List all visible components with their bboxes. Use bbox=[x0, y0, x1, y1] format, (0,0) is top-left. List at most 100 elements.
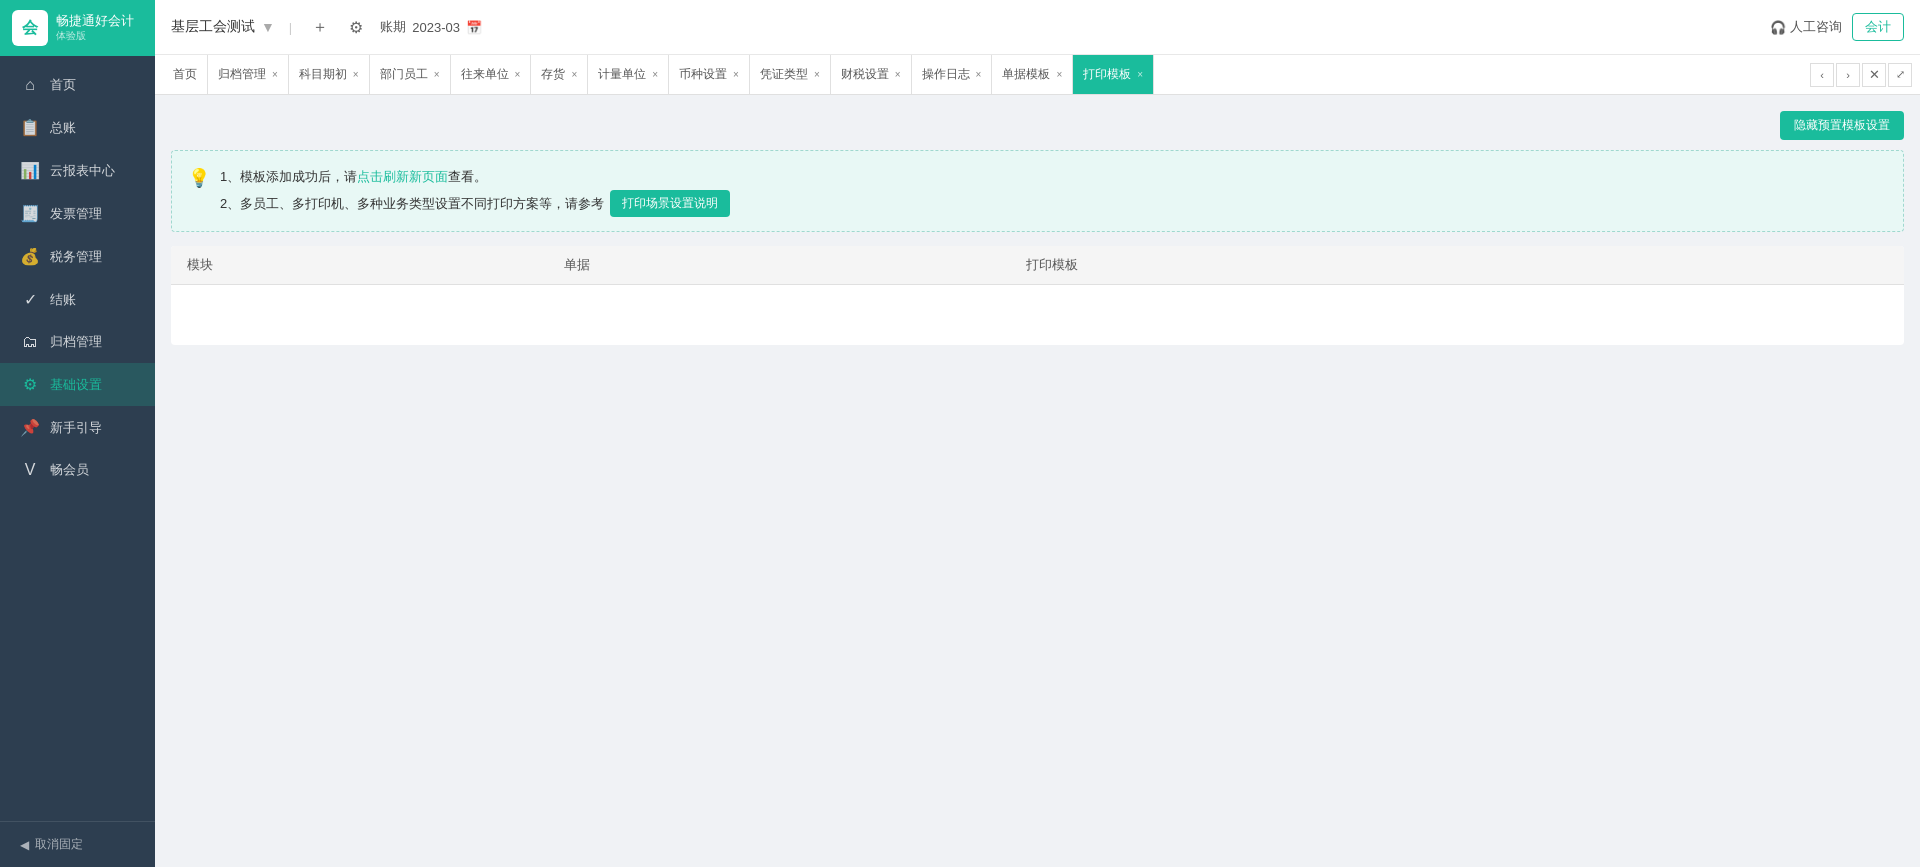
tab-label-archive-mgmt: 归档管理 bbox=[218, 66, 266, 83]
org-selector[interactable]: 基层工会测试 ▼ bbox=[171, 18, 275, 36]
tab-home[interactable]: 首页 bbox=[163, 55, 208, 95]
info-panel: 💡 1、模板添加成功后，请点击刷新新页面查看。 2、多员工、多打印机、多种业务类… bbox=[171, 150, 1904, 232]
period-label: 账期 bbox=[380, 18, 406, 36]
tab-label-tax-settings: 财税设置 bbox=[841, 66, 889, 83]
tab-archive-mgmt[interactable]: 归档管理 × bbox=[208, 55, 289, 95]
hide-preview-button[interactable]: 隐藏预置模板设置 bbox=[1780, 111, 1904, 140]
tab-close-dept-employee[interactable]: × bbox=[434, 69, 440, 80]
table-header: 模块 单据 打印模板 bbox=[171, 246, 1904, 285]
app-logo: 会 畅捷通好会计 体验版 bbox=[0, 0, 155, 56]
info-line2: 2、多员工、多打印机、多种业务类型设置不同打印方案等，请参考 打印场景设置说明 bbox=[220, 190, 1887, 217]
tab-label-dept-employee: 部门员工 bbox=[380, 66, 428, 83]
nav-label-invoice: 发票管理 bbox=[50, 205, 102, 223]
refresh-link[interactable]: 点击刷新新页面 bbox=[357, 169, 448, 184]
tab-tax-settings[interactable]: 财税设置 × bbox=[831, 55, 912, 95]
sidebar-item-settlement[interactable]: ✓结账 bbox=[0, 278, 155, 321]
sidebar-item-settings[interactable]: ⚙ 基础设置 bbox=[0, 363, 155, 406]
close-all-tabs-button[interactable]: ✕ bbox=[1862, 63, 1886, 87]
org-name: 基层工会测试 bbox=[171, 18, 255, 36]
sidebar: 会 畅捷通好会计 体验版 ⌂ 首页 📋总账📊云报表中心 🧾 发票管理 💰税务管理✓结账🗂归… bbox=[0, 0, 155, 867]
headset-icon: 🎧 bbox=[1770, 20, 1786, 35]
topbar-actions: ＋ ⚙ bbox=[306, 13, 370, 41]
nav-label-home: 首页 bbox=[50, 76, 76, 94]
dropdown-icon: ▼ bbox=[261, 19, 275, 35]
main-area: 基层工会测试 ▼ | ＋ ⚙ 账期 2023-03 📅 🎧 人工咨询 会计 首页… bbox=[155, 0, 1920, 867]
tab-dept-employee[interactable]: 部门员工 × bbox=[370, 55, 451, 95]
info-line1: 1、模板添加成功后，请点击刷新新页面查看。 bbox=[220, 165, 1887, 188]
tab-close-single-template[interactable]: × bbox=[1056, 69, 1062, 80]
nav-label-ledger: 总账 bbox=[50, 119, 76, 137]
tab-label-inventory: 存货 bbox=[541, 66, 565, 83]
nav-label-member: 畅会员 bbox=[50, 461, 89, 479]
nav-icon-guide: 📌 bbox=[20, 418, 40, 437]
sidebar-item-tax[interactable]: 💰税务管理 bbox=[0, 235, 155, 278]
nav-label-settings: 基础设置 bbox=[50, 376, 102, 394]
explain-button[interactable]: 打印场景设置说明 bbox=[610, 190, 730, 217]
account-button[interactable]: 会计 bbox=[1852, 13, 1904, 41]
nav-icon-settings: ⚙ bbox=[20, 375, 40, 394]
nav-label-guide: 新手引导 bbox=[50, 419, 102, 437]
support-button[interactable]: 🎧 人工咨询 bbox=[1770, 18, 1842, 36]
tab-close-op-log[interactable]: × bbox=[976, 69, 982, 80]
col-template: 打印模板 bbox=[1010, 246, 1904, 284]
tab-prev-button[interactable]: ‹ bbox=[1810, 63, 1834, 87]
tab-op-log[interactable]: 操作日志 × bbox=[912, 55, 993, 95]
nav-icon-settlement: ✓ bbox=[20, 290, 40, 309]
tab-close-archive-mgmt[interactable]: × bbox=[272, 69, 278, 80]
nav-icon-member: V bbox=[20, 461, 40, 479]
tab-label-print-template: 打印模板 bbox=[1083, 66, 1131, 83]
sidebar-item-invoice[interactable]: 🧾 发票管理 bbox=[0, 192, 155, 235]
tab-close-subject-period[interactable]: × bbox=[353, 69, 359, 80]
tab-contacts[interactable]: 往来单位 × bbox=[451, 55, 532, 95]
tab-label-currency: 币种设置 bbox=[679, 66, 727, 83]
tab-label-contacts: 往来单位 bbox=[461, 66, 509, 83]
tab-print-template[interactable]: 打印模板 × bbox=[1073, 55, 1154, 95]
support-label: 人工咨询 bbox=[1790, 18, 1842, 36]
col-module: 模块 bbox=[171, 246, 548, 284]
period-value: 2023-03 bbox=[412, 20, 460, 35]
tab-close-contacts[interactable]: × bbox=[515, 69, 521, 80]
tab-close-unit[interactable]: × bbox=[652, 69, 658, 80]
nav-label-reports: 云报表中心 bbox=[50, 162, 115, 180]
tab-next-button[interactable]: › bbox=[1836, 63, 1860, 87]
tab-inventory[interactable]: 存货 × bbox=[531, 55, 588, 95]
tab-label-single-template: 单据模板 bbox=[1002, 66, 1050, 83]
unpin-button[interactable]: ◀ 取消固定 bbox=[0, 821, 155, 867]
tab-label-op-log: 操作日志 bbox=[922, 66, 970, 83]
lightbulb-icon: 💡 bbox=[188, 167, 210, 189]
tab-close-print-template[interactable]: × bbox=[1137, 69, 1143, 80]
sidebar-item-guide[interactable]: 📌 新手引导 bbox=[0, 406, 155, 449]
add-tab-button[interactable]: ＋ bbox=[306, 13, 334, 41]
tab-single-template[interactable]: 单据模板 × bbox=[992, 55, 1073, 95]
tab-navigation: ‹ › ✕ ⤢ bbox=[1810, 63, 1912, 87]
tab-close-currency[interactable]: × bbox=[733, 69, 739, 80]
tab-label-home: 首页 bbox=[173, 66, 197, 83]
sidebar-item-archive[interactable]: 🗂归档管理 bbox=[0, 321, 155, 363]
unpin-label: 取消固定 bbox=[35, 836, 83, 853]
sidebar-item-member[interactable]: V 畅会员 bbox=[0, 449, 155, 491]
sidebar-item-ledger[interactable]: 📋总账 bbox=[0, 106, 155, 149]
expand-button[interactable]: ⤢ bbox=[1888, 63, 1912, 87]
info-text: 1、模板添加成功后，请点击刷新新页面查看。 2、多员工、多打印机、多种业务类型设… bbox=[220, 165, 1887, 217]
hide-preview-section: 隐藏预置模板设置 bbox=[171, 111, 1904, 140]
tab-close-voucher-type[interactable]: × bbox=[814, 69, 820, 80]
tab-close-inventory[interactable]: × bbox=[571, 69, 577, 80]
left-arrow-icon: ◀ bbox=[20, 838, 29, 852]
tab-close-tax-settings[interactable]: × bbox=[895, 69, 901, 80]
tab-label-unit: 计量单位 bbox=[598, 66, 646, 83]
nav-icon-home: ⌂ bbox=[20, 76, 40, 94]
nav-icon-archive: 🗂 bbox=[20, 333, 40, 351]
tab-label-subject-period: 科目期初 bbox=[299, 66, 347, 83]
info-line1-prefix: 1、模板添加成功后，请 bbox=[220, 169, 357, 184]
tab-subject-period[interactable]: 科目期初 × bbox=[289, 55, 370, 95]
tab-currency[interactable]: 币种设置 × bbox=[669, 55, 750, 95]
sidebar-item-home[interactable]: ⌂ 首页 bbox=[0, 64, 155, 106]
tab-label-voucher-type: 凭证类型 bbox=[760, 66, 808, 83]
sidebar-item-reports[interactable]: 📊云报表中心 bbox=[0, 149, 155, 192]
nav-icon-invoice: 🧾 bbox=[20, 204, 40, 223]
settings-icon-button[interactable]: ⚙ bbox=[342, 13, 370, 41]
calendar-icon[interactable]: 📅 bbox=[466, 20, 482, 35]
sidebar-nav: ⌂ 首页 📋总账📊云报表中心 🧾 发票管理 💰税务管理✓结账🗂归档管理 ⚙ 基础设置 📌 新手引导… bbox=[0, 56, 155, 821]
tab-voucher-type[interactable]: 凭证类型 × bbox=[750, 55, 831, 95]
tab-unit[interactable]: 计量单位 × bbox=[588, 55, 669, 95]
